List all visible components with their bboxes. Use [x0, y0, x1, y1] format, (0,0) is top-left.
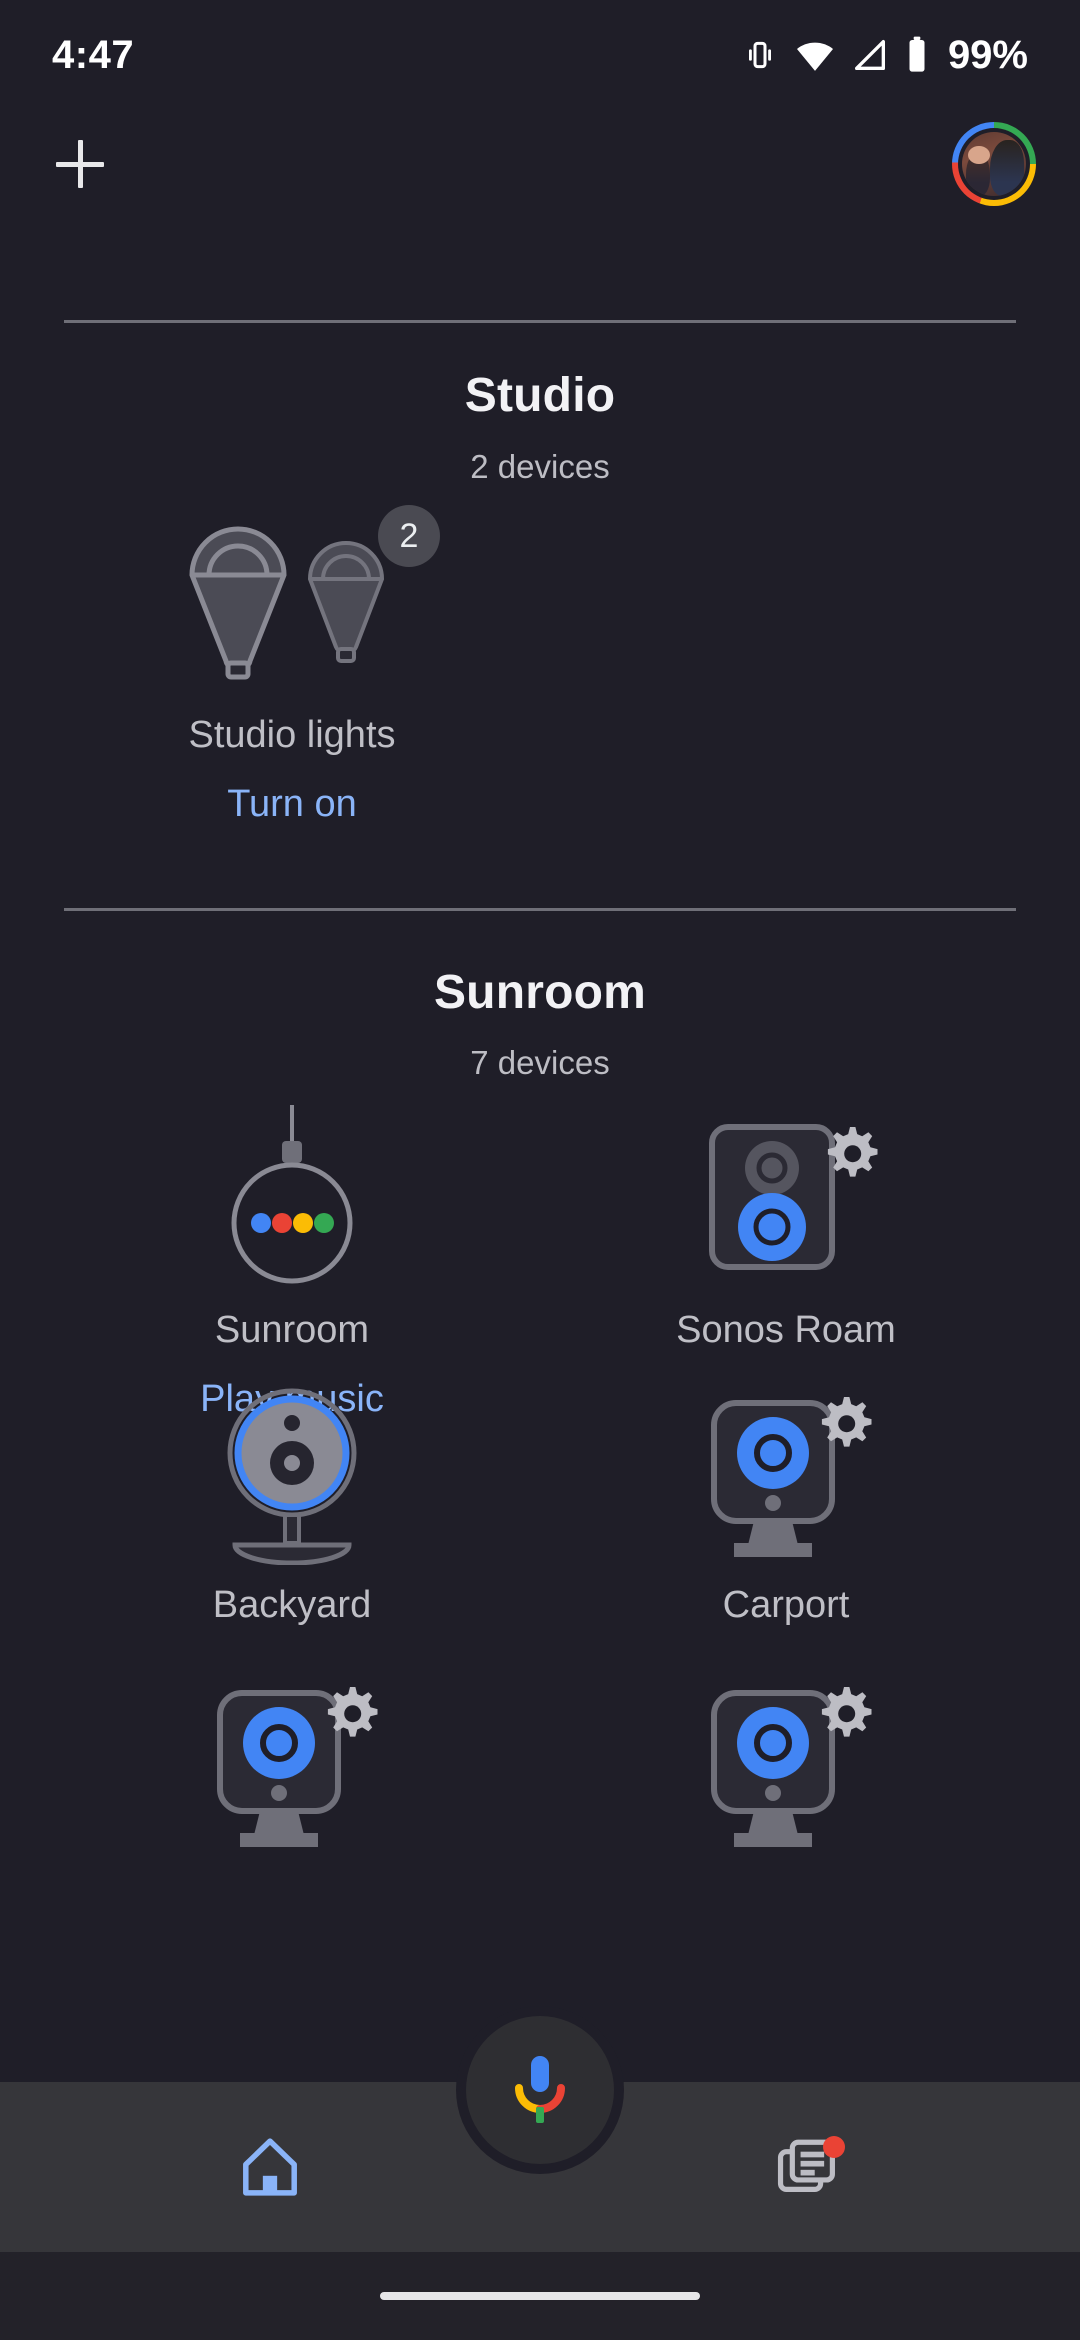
device-name: Studio lights	[188, 714, 396, 756]
nest-mini-speaker-icon	[212, 1105, 372, 1285]
device-name: Sunroom	[214, 1309, 370, 1351]
device-tile-studio-lights[interactable]: 2 Studio lights Turn on	[62, 500, 522, 826]
google-assistant-mic-icon	[509, 2052, 571, 2128]
wifi-icon	[794, 35, 836, 75]
google-home-app-screen: 4:47 99% Studio 2 devices 2 Studio light…	[0, 0, 1080, 2340]
device-tile-carport[interactable]: Carport	[556, 1370, 1016, 1627]
vibrate-icon	[740, 35, 780, 75]
sonos-roam-icon-box	[556, 1095, 1016, 1295]
battery-percent: 99%	[947, 32, 1028, 77]
status-bar: 4:47 99%	[0, 0, 1080, 110]
gesture-handle[interactable]	[380, 2292, 700, 2300]
system-navigation-bar	[0, 2252, 1080, 2340]
gear-icon	[821, 1397, 871, 1447]
device-tile-row3-left[interactable]	[62, 1660, 522, 1860]
cell-signal-icon	[850, 35, 890, 75]
nest-cam-square-icon	[200, 1665, 385, 1855]
row3-left-icon-box	[62, 1660, 522, 1860]
add-device-button[interactable]	[44, 128, 116, 200]
avatar-photo	[962, 132, 1026, 196]
sonos-speaker-icon	[694, 1105, 879, 1285]
light-bulb-group-icon: 2	[162, 505, 440, 685]
section-divider-bottom	[64, 908, 1016, 911]
device-name: Backyard	[212, 1584, 372, 1626]
device-name: Carport	[722, 1584, 850, 1626]
studio-lights-icon-box: 2	[62, 500, 522, 700]
app-bar	[0, 110, 1080, 218]
device-name: Sonos Roam	[676, 1309, 896, 1351]
row3-right-icon-box	[556, 1660, 1016, 1860]
room-title-studio: Studio	[464, 369, 616, 422]
home-icon	[237, 2134, 303, 2200]
gear-icon	[827, 1127, 877, 1177]
backyard-icon-box	[62, 1370, 522, 1570]
nest-cam-round-icon	[207, 1375, 377, 1565]
room-subtitle-sunroom: 7 devices	[470, 1044, 610, 1081]
gear-icon	[821, 1687, 871, 1737]
status-time: 4:47	[52, 32, 135, 77]
room-subtitle-studio: 2 devices	[470, 448, 610, 485]
battery-icon	[904, 35, 930, 75]
feed-icon	[777, 2134, 845, 2200]
device-tile-sonos-roam[interactable]: Sonos Roam	[556, 1095, 1016, 1352]
device-tile-row3-right[interactable]	[556, 1660, 1016, 1860]
sunroom-icon-box	[62, 1095, 522, 1295]
account-avatar-button[interactable]	[952, 122, 1036, 206]
device-tile-backyard[interactable]: Backyard	[62, 1370, 522, 1627]
nest-cam-square-icon	[694, 1375, 879, 1565]
device-count-badge: 2	[378, 505, 440, 567]
room-title-sunroom: Sunroom	[433, 966, 647, 1019]
assistant-mic-button[interactable]	[466, 2016, 614, 2164]
avatar	[958, 128, 1030, 200]
gear-icon	[327, 1687, 377, 1737]
nav-tab-feed[interactable]	[540, 2134, 1080, 2200]
nav-tab-home[interactable]	[0, 2134, 540, 2200]
carport-icon-box	[556, 1370, 1016, 1570]
nest-cam-square-icon	[694, 1665, 879, 1855]
section-divider-top	[64, 320, 1016, 323]
status-icon-group: 99%	[740, 33, 1028, 78]
feed-notification-badge	[823, 2136, 845, 2158]
device-action-turn-on[interactable]: Turn on	[227, 783, 357, 826]
